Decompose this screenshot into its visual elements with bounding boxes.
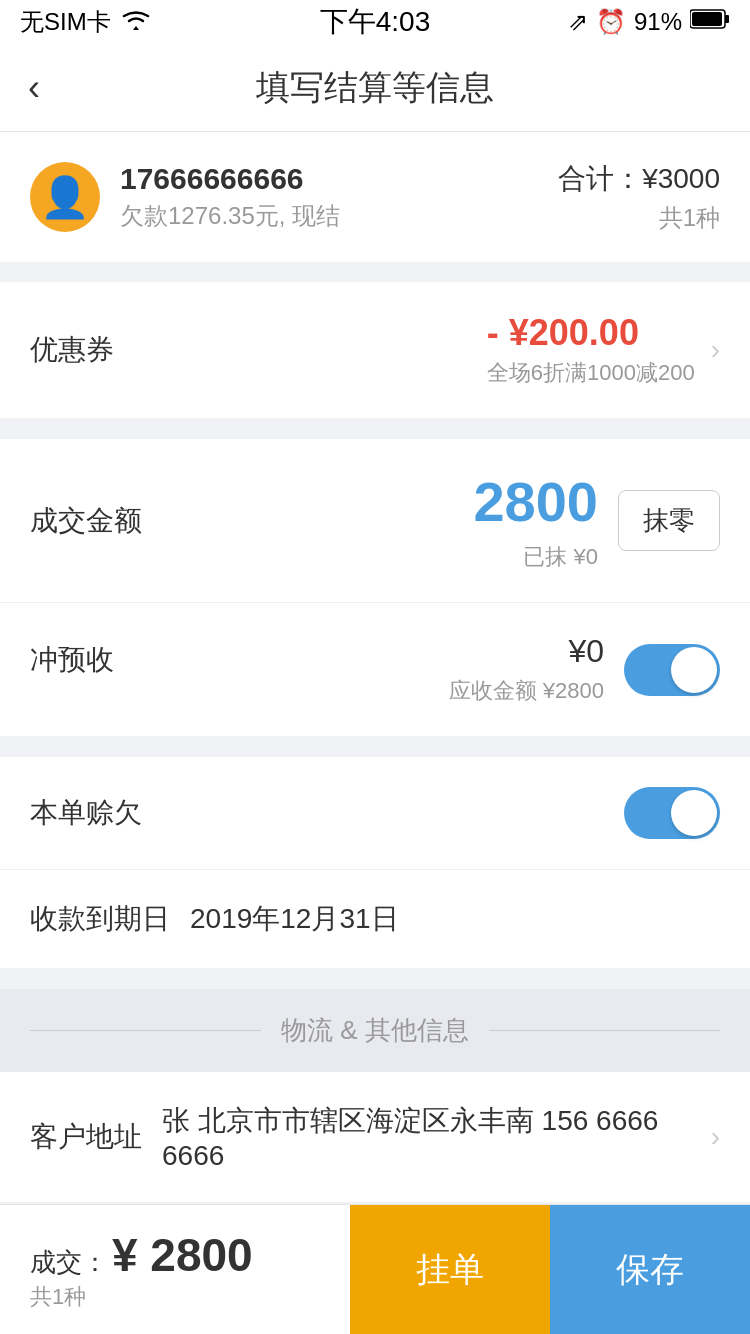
- back-button[interactable]: ‹: [28, 67, 40, 109]
- bottom-count: 共1种: [30, 1282, 320, 1312]
- prepay-label: 冲预收: [30, 633, 114, 679]
- status-right: ⇗ ⏰ 91%: [568, 8, 730, 36]
- bottom-deal-label: 成交：: [30, 1245, 108, 1280]
- avatar-icon: 👤: [40, 174, 90, 221]
- coupon-values: - ¥200.00 全场6折满1000减200: [487, 312, 695, 388]
- address-value: 张 北京市市辖区海淀区永丰南 156 6666 6666: [162, 1102, 711, 1172]
- location-icon: ⇗: [568, 8, 588, 36]
- svg-rect-1: [725, 15, 729, 23]
- coupon-chevron: ›: [711, 334, 720, 366]
- status-bar: 无SIM卡 下午4:03 ⇗ ⏰ 91%: [0, 0, 750, 44]
- debt-toggle-knob: [671, 790, 717, 836]
- due-date-value: 2019年12月31日: [190, 900, 399, 938]
- customer-card: 👤 17666666666 欠款1276.35元, 现结 合计：¥3000 共1…: [0, 132, 750, 262]
- status-time: 下午4:03: [320, 3, 431, 41]
- no-sim-text: 无SIM卡: [20, 6, 111, 38]
- svg-rect-2: [692, 12, 722, 26]
- prepay-sub: 应收金额 ¥2800: [449, 676, 604, 706]
- deal-amount: 2800: [473, 469, 598, 534]
- page-title: 填写结算等信息: [256, 65, 494, 111]
- content-area: 👤 17666666666 欠款1276.35元, 现结 合计：¥3000 共1…: [0, 132, 750, 1334]
- prepay-section: 冲预收 ¥0 应收金额 ¥2800: [0, 603, 750, 737]
- debt-toggle[interactable]: [624, 787, 720, 839]
- deal-erased: 已抹 ¥0: [473, 542, 598, 572]
- address-section[interactable]: 客户地址 张 北京市市辖区海淀区永丰南 156 6666 6666 ›: [0, 1072, 750, 1202]
- customer-left: 👤 17666666666 欠款1276.35元, 现结: [30, 162, 340, 232]
- address-chevron: ›: [711, 1121, 720, 1153]
- round-zero-button[interactable]: 抹零: [618, 490, 720, 551]
- prepay-toggle[interactable]: [624, 644, 720, 696]
- coupon-discount: - ¥200.00: [487, 312, 695, 354]
- debt-section: 本单赊欠: [0, 757, 750, 870]
- deal-label: 成交金额: [30, 502, 142, 540]
- status-left: 无SIM卡: [20, 6, 151, 38]
- logistics-header-text: 物流 & 其他信息: [261, 1013, 489, 1048]
- due-date-section: 收款到期日 2019年12月31日: [0, 870, 750, 969]
- divider-2: [0, 419, 750, 439]
- header-line-left: [30, 1030, 261, 1031]
- bottom-deal-row: 成交： ¥ 2800: [30, 1228, 320, 1282]
- bottom-summary: 成交： ¥ 2800 共1种: [0, 1205, 350, 1334]
- deal-amount-block: 2800 已抹 ¥0: [473, 469, 598, 572]
- logistics-header: 物流 & 其他信息: [0, 989, 750, 1072]
- prepay-amount: ¥0: [449, 633, 604, 670]
- customer-phone: 17666666666: [120, 162, 340, 196]
- alarm-icon: ⏰: [596, 8, 626, 36]
- address-label: 客户地址: [30, 1118, 142, 1156]
- battery-icon: [690, 8, 730, 36]
- bottom-bar: 成交： ¥ 2800 共1种 挂单 保存: [0, 1204, 750, 1334]
- coupon-row[interactable]: 优惠券 - ¥200.00 全场6折满1000减200 ›: [0, 282, 750, 419]
- deal-section: 成交金额 2800 已抹 ¥0 抹零: [0, 439, 750, 603]
- divider-4: [0, 969, 750, 989]
- prepay-row: 冲预收 ¥0 应收金额 ¥2800: [30, 633, 720, 706]
- customer-right: 合计：¥3000 共1种: [558, 160, 720, 234]
- customer-info: 17666666666 欠款1276.35元, 现结: [120, 162, 340, 232]
- toggle-knob: [671, 647, 717, 693]
- bottom-deal-amount: ¥ 2800: [112, 1228, 253, 1282]
- divider-1: [0, 262, 750, 282]
- deal-row: 成交金额 2800 已抹 ¥0 抹零: [30, 469, 720, 572]
- coupon-label: 优惠券: [30, 331, 114, 369]
- customer-debt: 欠款1276.35元, 现结: [120, 200, 340, 232]
- coupon-right: - ¥200.00 全场6折满1000减200 ›: [487, 312, 720, 388]
- due-date-label: 收款到期日: [30, 900, 170, 938]
- hold-button[interactable]: 挂单: [350, 1205, 550, 1334]
- customer-total: 合计：¥3000: [558, 160, 720, 198]
- prepay-amount-block: ¥0 应收金额 ¥2800: [449, 633, 604, 706]
- avatar: 👤: [30, 162, 100, 232]
- prepay-right: ¥0 应收金额 ¥2800: [449, 633, 720, 706]
- customer-count: 共1种: [558, 202, 720, 234]
- header-line-right: [489, 1030, 720, 1031]
- wifi-icon: [121, 8, 151, 36]
- debt-label: 本单赊欠: [30, 794, 142, 832]
- battery-text: 91%: [634, 8, 682, 36]
- coupon-sub: 全场6折满1000减200: [487, 358, 695, 388]
- nav-bar: ‹ 填写结算等信息: [0, 44, 750, 132]
- divider-3: [0, 737, 750, 757]
- save-button[interactable]: 保存: [550, 1205, 750, 1334]
- deal-right: 2800 已抹 ¥0 抹零: [473, 469, 720, 572]
